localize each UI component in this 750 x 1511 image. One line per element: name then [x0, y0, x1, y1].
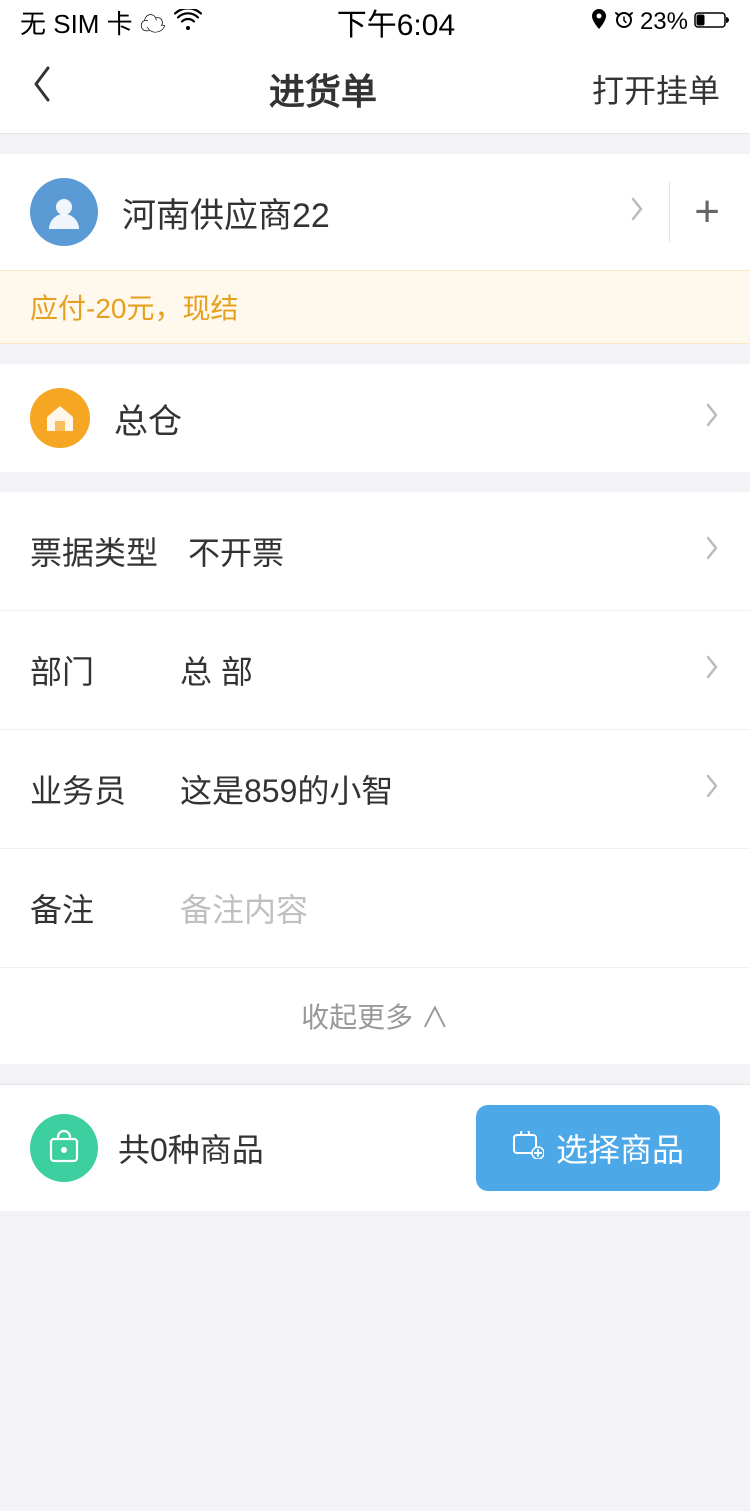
supplier-chevron-icon	[629, 195, 645, 230]
supplier-name: 河南供应商22	[122, 188, 629, 237]
ticket-value: 不开票	[188, 528, 704, 574]
divider	[669, 182, 670, 242]
open-pending-button[interactable]: 打开挂单	[592, 66, 720, 112]
form-row-salesperson[interactable]: 业务员 这是859的小智	[0, 729, 750, 848]
product-icon	[30, 1114, 98, 1182]
back-button[interactable]	[30, 64, 54, 114]
nav-bar: 进货单 打开挂单	[0, 44, 750, 134]
department-chevron-icon	[704, 653, 720, 688]
wifi-icon	[174, 7, 202, 38]
alarm-icon	[614, 8, 634, 37]
product-count-text: 共0种商品	[118, 1125, 476, 1171]
select-product-icon	[512, 1131, 544, 1166]
salesperson-chevron-icon	[704, 772, 720, 807]
collapse-button[interactable]: 收起更多 ∧	[0, 967, 750, 1064]
salesperson-label: 业务员	[30, 766, 150, 812]
location-icon	[590, 8, 608, 37]
supplier-avatar	[30, 178, 98, 246]
page-title: 进货单	[269, 63, 377, 115]
form-row-ticket[interactable]: 票据类型 不开票	[0, 492, 750, 610]
ticket-chevron-icon	[704, 534, 720, 569]
salesperson-value: 这是859的小智	[180, 766, 704, 812]
supplier-section: 河南供应商22 + 应付-20元，现结	[0, 154, 750, 344]
background-fill	[0, 1211, 750, 1511]
warehouse-chevron-icon	[704, 401, 720, 436]
ticket-label: 票据类型	[30, 528, 158, 574]
gap-3	[0, 472, 750, 492]
supplier-row[interactable]: 河南供应商22 +	[0, 154, 750, 270]
select-product-label: 选择商品	[556, 1125, 684, 1171]
form-row-remark[interactable]: 备注 备注内容	[0, 848, 750, 967]
status-bar: 无 SIM 卡 ☁ 下午6:04 23%	[0, 0, 750, 44]
warehouse-row[interactable]: 总仓	[0, 364, 750, 472]
battery-percentage: 23%	[640, 8, 688, 36]
product-bar: 共0种商品 选择商品	[0, 1084, 750, 1211]
remark-label: 备注	[30, 885, 150, 931]
status-right: 23%	[590, 8, 730, 37]
status-left: 无 SIM 卡 ☁	[20, 4, 202, 41]
form-section: 票据类型 不开票 部门 总 部 业务员 这是859的小智 备注 备注内容 收起更…	[0, 492, 750, 1064]
form-row-department[interactable]: 部门 总 部	[0, 610, 750, 729]
status-time: 下午6:04	[337, 0, 455, 44]
no-sim-text: 无 SIM 卡 ☁	[20, 4, 166, 41]
warehouse-section[interactable]: 总仓	[0, 364, 750, 472]
remark-input[interactable]: 备注内容	[180, 885, 720, 931]
department-label: 部门	[30, 647, 150, 693]
gap-1	[0, 134, 750, 154]
gap-2	[0, 344, 750, 364]
warehouse-icon	[30, 388, 90, 448]
notice-bar: 应付-20元，现结	[0, 270, 750, 344]
warehouse-name: 总仓	[114, 394, 704, 443]
notice-text: 应付-20元，现结	[30, 293, 238, 324]
department-value: 总 部	[180, 647, 704, 693]
add-supplier-button[interactable]: +	[694, 190, 720, 234]
select-product-button[interactable]: 选择商品	[476, 1105, 720, 1191]
gap-4	[0, 1064, 750, 1084]
battery-icon	[694, 8, 730, 36]
